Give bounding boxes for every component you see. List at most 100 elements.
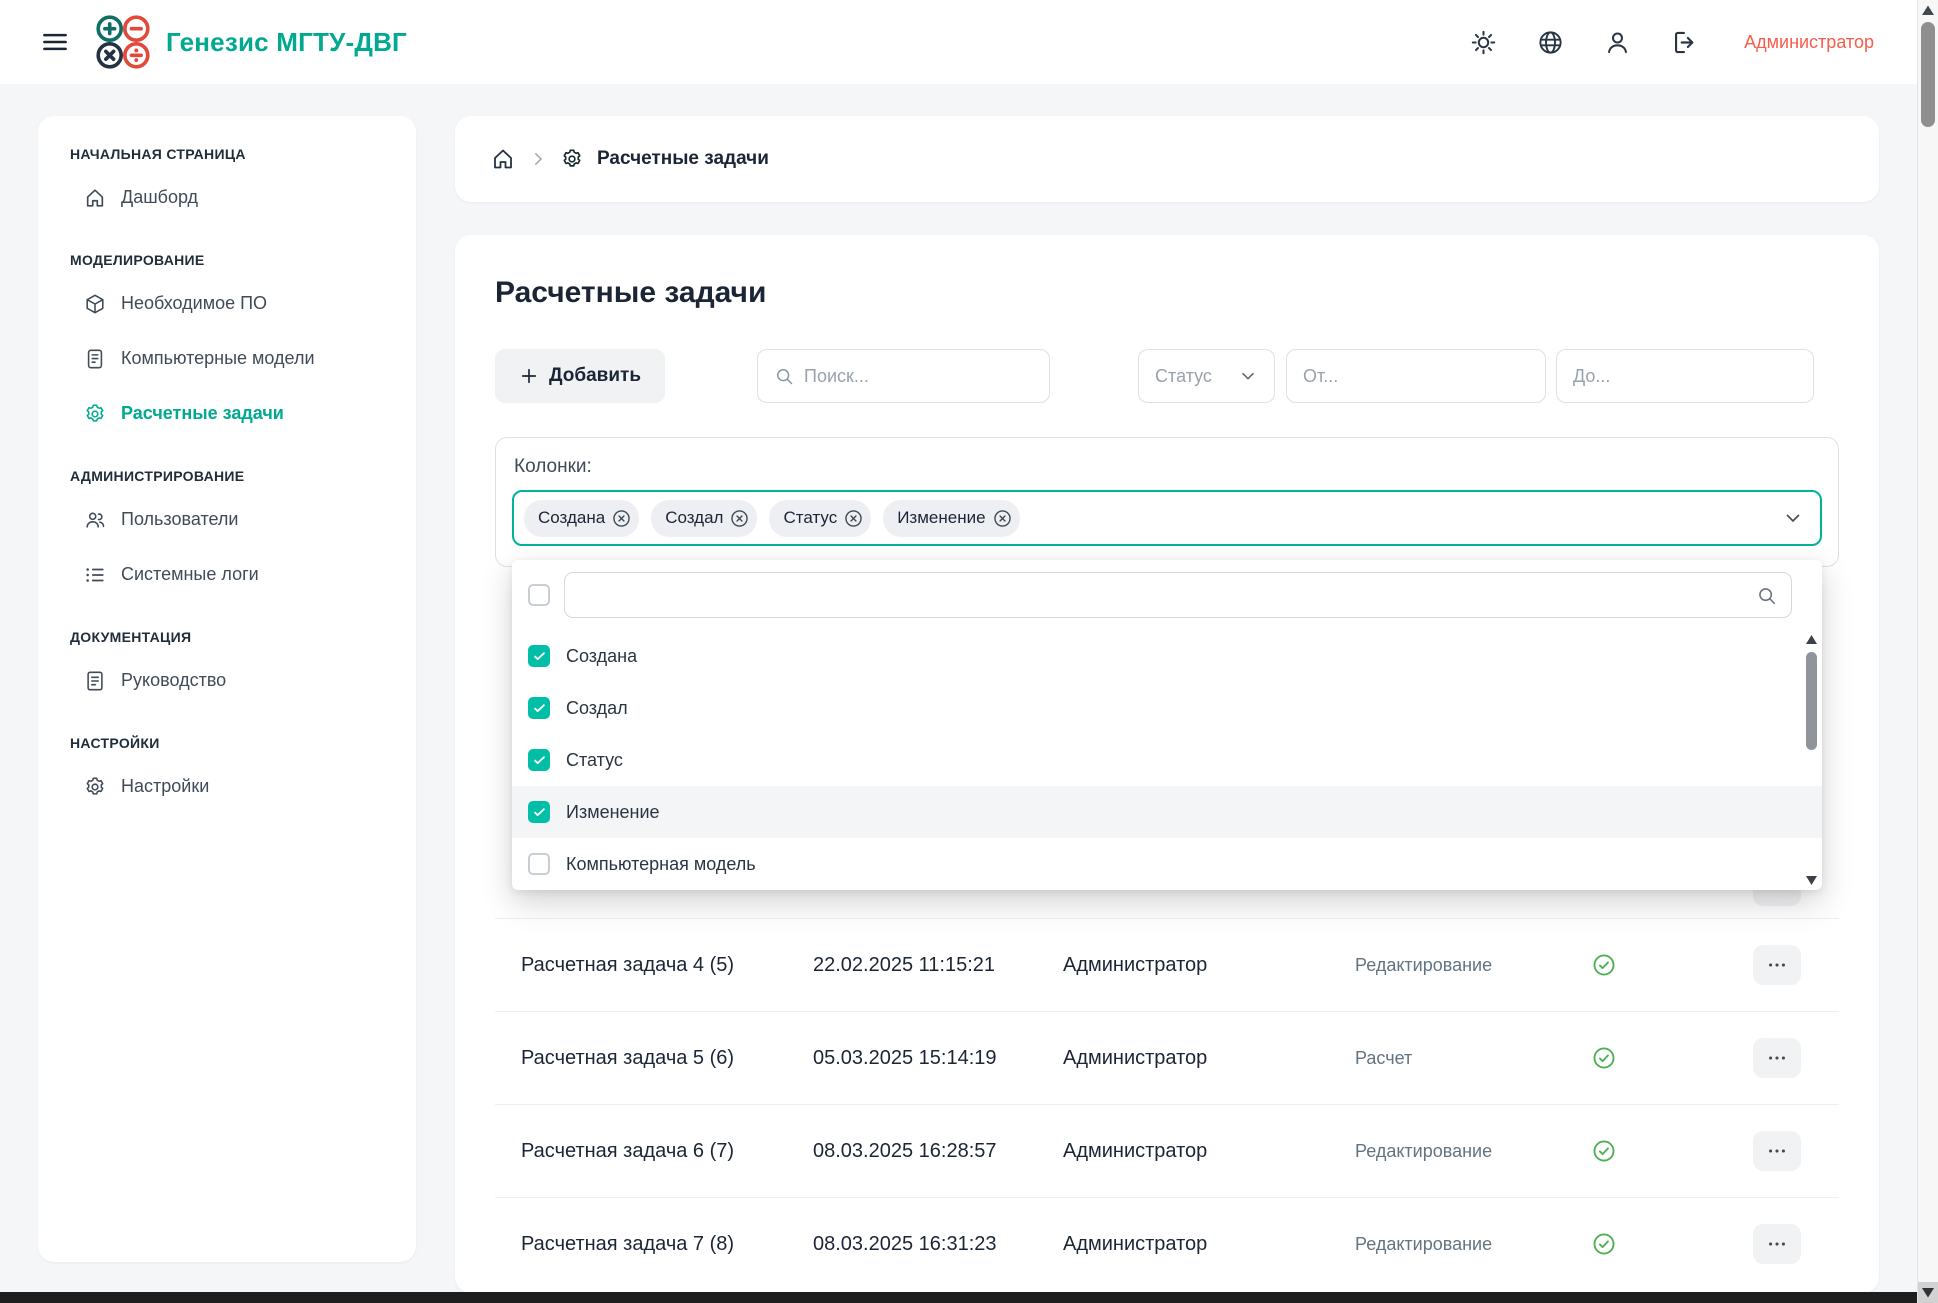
scroll-down-icon[interactable] — [1918, 1282, 1938, 1303]
date-from-field — [1286, 349, 1547, 403]
sidebar-item-label: Пользователи — [121, 509, 239, 529]
search-field — [757, 349, 1051, 403]
chip-created: Создана — [524, 499, 640, 537]
tasks-table: Расчетная задача 4 (5) 22.02.2025 11:15:… — [495, 918, 1839, 1290]
task-status: Редактирование — [1355, 1140, 1493, 1161]
check-circle-icon — [1591, 1045, 1617, 1071]
models-icon — [87, 349, 103, 368]
language-globe-icon[interactable] — [1537, 29, 1564, 56]
row-more-button[interactable] — [1753, 1038, 1801, 1078]
row-more-button[interactable] — [1753, 1131, 1801, 1171]
columns-multiselect[interactable]: Создана Создал Статус Изменение — [512, 490, 1822, 546]
dropdown-header — [512, 572, 1822, 630]
check-circle-icon — [1591, 1138, 1617, 1164]
chip-remove-icon[interactable] — [843, 508, 864, 529]
sidebar-item-software[interactable]: Необходимое ПО — [62, 276, 392, 331]
search-input[interactable] — [804, 365, 1034, 387]
check-circle-icon — [1591, 952, 1617, 978]
sidebar-item-computer-models[interactable]: Компьютерные модели — [62, 331, 392, 386]
task-name: Расчетная задача 6 (7) — [521, 1139, 735, 1162]
breadcrumb-gear-icon — [561, 148, 583, 170]
dropdown-option-created[interactable]: Создана — [512, 630, 1822, 682]
sidebar-item-label: Компьютерные модели — [121, 348, 315, 368]
chip-remove-icon[interactable] — [992, 508, 1013, 529]
task-name: Расчетная задача 7 (8) — [521, 1232, 735, 1255]
sidebar-section-documentation: ДОКУМЕНТАЦИЯ — [70, 629, 192, 645]
search-icon — [1759, 587, 1776, 604]
sidebar-item-manual[interactable]: Руководство — [62, 653, 392, 708]
ellipsis-icon — [1769, 1242, 1785, 1246]
dropdown-search-field — [564, 572, 1792, 618]
scrollbar-thumb[interactable] — [1806, 652, 1817, 750]
columns-label: Колонки: — [514, 456, 592, 477]
row-more-button[interactable] — [1753, 945, 1801, 985]
breadcrumb-home-icon[interactable] — [491, 147, 515, 171]
page-scrollbar[interactable] — [1917, 0, 1938, 1303]
task-name: Расчетная задача 4 (5) — [521, 953, 735, 976]
chip-remove-icon[interactable] — [729, 508, 750, 529]
table-row: Расчетная задача 7 (8) 08.03.2025 16:31:… — [495, 1197, 1839, 1290]
task-status: Расчет — [1355, 1047, 1413, 1068]
ellipsis-icon — [1769, 963, 1785, 967]
sidebar-section-administration: АДМИНИСТРИРОВАНИЕ — [70, 468, 245, 484]
dropdown-scrollbar[interactable] — [1804, 634, 1819, 886]
checkbox-checked[interactable] — [528, 749, 550, 771]
sidebar-item-users[interactable]: Пользователи — [62, 492, 392, 547]
page-title: Расчетные задачи — [495, 276, 767, 309]
chevron-right-icon — [529, 150, 547, 168]
option-label: Создал — [566, 697, 628, 718]
sidebar-item-dashboard[interactable]: Дашборд — [62, 170, 392, 225]
dropdown-option-computer-model[interactable]: Компьютерная модель — [512, 838, 1822, 890]
scroll-down-icon[interactable] — [1805, 875, 1818, 886]
sidebar-section-settings: НАСТРОЙКИ — [70, 735, 160, 751]
sidebar-item-settings[interactable]: Настройки — [62, 759, 392, 814]
sidebar-item-calculation-tasks[interactable]: Расчетные задачи — [62, 386, 392, 441]
checkbox-checked[interactable] — [528, 697, 550, 719]
sidebar-item-label: Руководство — [121, 670, 227, 690]
row-more-button[interactable] — [1753, 1224, 1801, 1264]
header-actions: Администратор — [1470, 29, 1874, 56]
task-author: Администратор — [1063, 1232, 1208, 1255]
scrollbar-thumb[interactable] — [1921, 22, 1935, 127]
chip-remove-icon[interactable] — [611, 508, 632, 529]
ellipsis-icon — [1769, 1149, 1785, 1153]
task-created: 22.02.2025 11:15:21 — [813, 953, 996, 976]
home-icon — [86, 188, 104, 207]
checkbox-unchecked[interactable] — [528, 853, 550, 875]
add-button[interactable]: Добавить — [495, 349, 666, 403]
date-to-input[interactable] — [1573, 365, 1798, 387]
toolbar: Добавить Статус — [495, 349, 1839, 403]
logout-icon[interactable] — [1671, 29, 1698, 56]
main-content: Расчетные задачи Расчетные задачи Добави… — [455, 116, 1879, 1293]
settings-icon — [86, 777, 104, 795]
account-person-icon[interactable] — [1604, 29, 1631, 56]
dropdown-option-status[interactable]: Статус — [512, 734, 1822, 786]
scroll-up-icon[interactable] — [1921, 4, 1935, 18]
current-user-role[interactable]: Администратор — [1744, 32, 1874, 53]
sidebar-item-label: Расчетные задачи — [121, 403, 284, 423]
chevron-down-icon — [1242, 372, 1254, 380]
sidebar-item-label: Настройки — [121, 776, 210, 796]
sidebar-item-system-logs[interactable]: Системные логи — [62, 547, 392, 602]
option-label: Компьютерная модель — [566, 853, 756, 874]
status-select[interactable]: Статус — [1138, 349, 1276, 403]
checkbox-checked[interactable] — [528, 801, 550, 823]
hamburger-menu-icon[interactable] — [40, 27, 70, 57]
date-to-field — [1556, 349, 1815, 403]
breadcrumb: Расчетные задачи — [455, 116, 1879, 202]
checkbox-checked[interactable] — [528, 645, 550, 667]
dropdown-option-change[interactable]: Изменение — [512, 786, 1822, 838]
gear-icon — [86, 404, 104, 422]
logs-icon — [86, 567, 104, 582]
dropdown-search-input[interactable] — [579, 584, 1748, 606]
scroll-up-icon[interactable] — [1805, 634, 1818, 645]
ellipsis-icon — [1769, 1056, 1785, 1060]
task-created: 08.03.2025 16:28:57 — [813, 1139, 997, 1162]
check-circle-icon — [1591, 1231, 1617, 1257]
chip-label: Статус — [783, 508, 838, 527]
theme-sun-icon[interactable] — [1470, 29, 1497, 56]
dropdown-option-creator[interactable]: Создал — [512, 682, 1822, 734]
date-from-input[interactable] — [1303, 365, 1530, 387]
select-all-checkbox[interactable] — [528, 584, 550, 606]
sidebar-nav: НАЧАЛЬНАЯ СТРАНИЦА Дашборд МОДЕЛИРОВАНИЕ… — [38, 116, 416, 1262]
